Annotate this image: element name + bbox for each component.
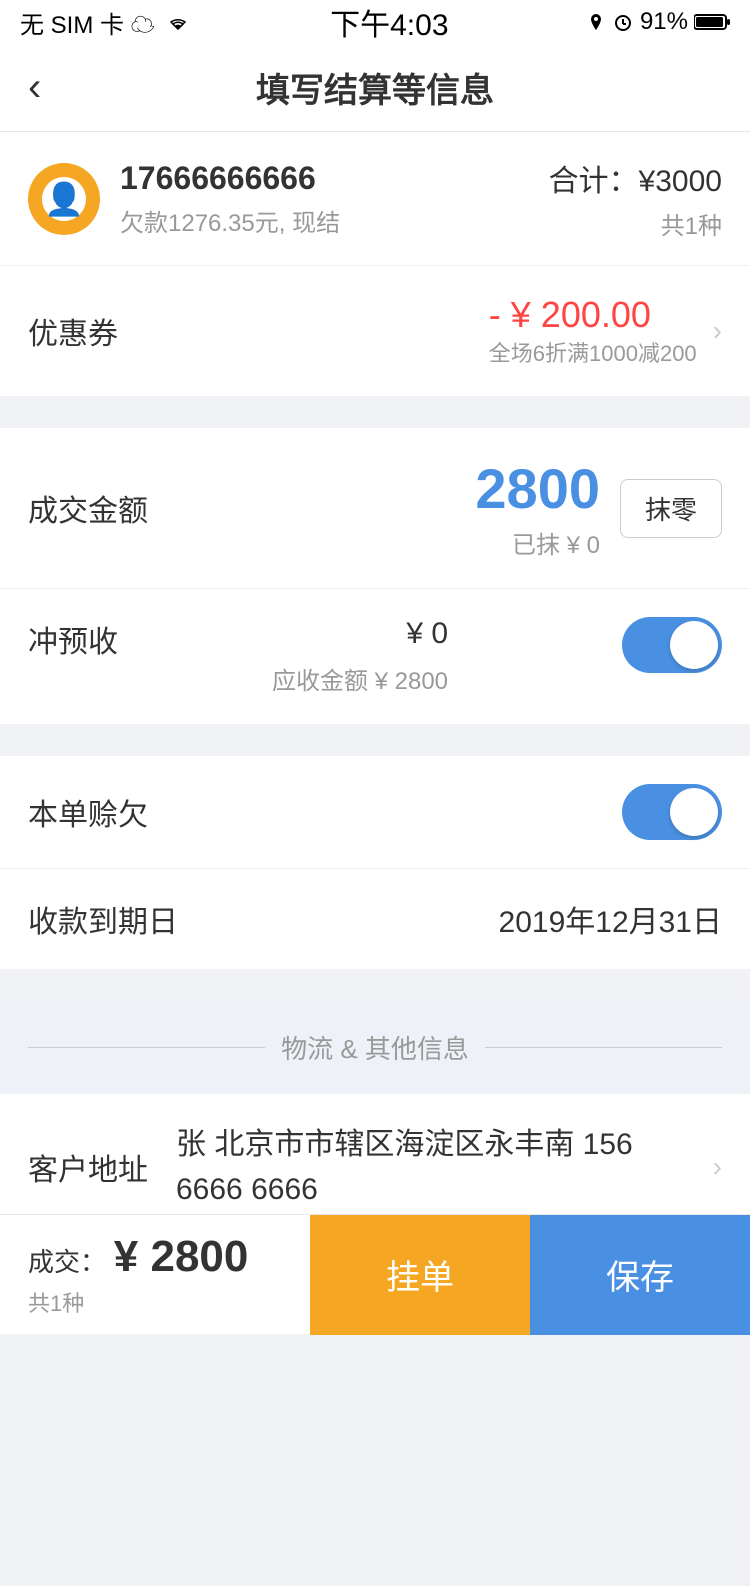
user-phone: 17666666666 — [120, 160, 549, 197]
status-bar: 无 SIM 卡 ☁ 下午4:03 91% — [0, 0, 750, 44]
toggle-knob — [670, 621, 718, 669]
deal-amount-row: 成交金额 2800 已抹 ¥ 0 抹零 — [0, 428, 750, 588]
separator-1 — [0, 412, 750, 428]
save-button[interactable]: 保存 — [530, 1215, 750, 1335]
amount-col: 2800 已抹 ¥ 0 — [475, 456, 600, 560]
bottom-amount: ¥ 2800 — [114, 1232, 249, 1281]
separator-2 — [0, 740, 750, 756]
due-date-value: 2019年12月31日 — [499, 897, 722, 941]
deal-amount-value: 2800 — [475, 456, 600, 521]
page-title: 填写结算等信息 — [256, 63, 494, 112]
bottom-deal-row: 成交： ¥ 2800 — [28, 1232, 282, 1282]
battery-text: 91% — [640, 8, 688, 36]
chong-yushou-row: 冲预收 ¥ 0 应收金额 ¥ 2800 — [0, 588, 750, 724]
chong-receivable: 应收金额 ¥ 2800 — [272, 661, 448, 696]
bottom-bar: 成交： ¥ 2800 共1种 挂单 保存 — [0, 1214, 750, 1334]
user-info-card: 👤 17666666666 欠款1276.35元, 现结 合计：¥3000 共1… — [0, 132, 750, 396]
user-total: 合计：¥3000 共1种 — [549, 156, 722, 241]
user-row: 👤 17666666666 欠款1276.35元, 现结 合计：¥3000 共1… — [0, 132, 750, 265]
nav-bar: ‹ 填写结算等信息 — [0, 44, 750, 132]
deal-amount-value-area: 2800 已抹 ¥ 0 抹零 — [475, 456, 722, 560]
wifi-icon — [163, 11, 193, 33]
due-date-label: 收款到期日 — [28, 897, 178, 941]
chong-right: ¥ 0 应收金额 ¥ 2800 — [272, 617, 448, 696]
due-date-row: 收款到期日 2019年12月31日 — [0, 868, 750, 969]
deal-amount-label: 成交金额 — [28, 486, 148, 530]
total-amount: 合计：¥3000 — [549, 156, 722, 200]
section-line-right — [485, 1047, 722, 1048]
location-icon — [586, 12, 606, 32]
round-button[interactable]: 抹零 — [620, 479, 722, 538]
coupon-label: 优惠券 — [28, 309, 118, 353]
bottom-deal-label: 成交： — [28, 1247, 106, 1277]
hang-button[interactable]: 挂单 — [310, 1215, 530, 1335]
bendi-qianqian-card: 本单赊欠 收款到期日 2019年12月31日 — [0, 756, 750, 969]
address-label: 客户地址 — [28, 1145, 148, 1189]
content: 👤 17666666666 欠款1276.35元, 现结 合计：¥3000 共1… — [0, 132, 750, 1586]
total-count: 共1种 — [549, 206, 722, 241]
bendi-qianqian-row: 本单赊欠 — [0, 756, 750, 868]
avatar-icon: 👤 — [42, 177, 86, 221]
deal-amount-sub: 已抹 ¥ 0 — [475, 525, 600, 560]
user-info: 17666666666 欠款1276.35元, 现结 — [120, 160, 549, 238]
bottom-info: 成交： ¥ 2800 共1种 — [0, 1232, 310, 1318]
bendi-qianqian-toggle[interactable] — [622, 784, 722, 840]
separator-3 — [0, 985, 750, 1001]
status-right: 91% — [586, 8, 730, 36]
user-debt: 欠款1276.35元, 现结 — [120, 203, 549, 238]
coupon-chevron-right-icon: › — [713, 315, 722, 347]
alarm-icon — [612, 11, 634, 33]
deal-amount-card: 成交金额 2800 已抹 ¥ 0 抹零 冲预收 ¥ 0 应收金额 ¥ 2800 — [0, 428, 750, 724]
toggle-knob-2 — [670, 788, 718, 836]
coupon-value-area: - ¥ 200.00 全场6折满1000减200 — [489, 294, 697, 368]
coupon-desc: 全场6折满1000减200 — [489, 336, 697, 368]
section-title: 物流 & 其他信息 — [281, 1029, 469, 1066]
status-time: 下午4:03 — [330, 0, 448, 44]
coupon-right: - ¥ 200.00 全场6折满1000减200 › — [489, 294, 722, 368]
coupon-value: - ¥ 200.00 — [489, 294, 697, 336]
section-line-left — [28, 1047, 265, 1048]
section-header: 物流 & 其他信息 — [0, 1001, 750, 1094]
avatar-person-icon: 👤 — [44, 180, 84, 218]
status-left: 无 SIM 卡 ☁ — [20, 5, 193, 40]
chong-yushou-label: 冲预收 — [28, 617, 118, 661]
coupon-row[interactable]: 优惠券 - ¥ 200.00 全场6折满1000减200 › — [0, 265, 750, 396]
back-button[interactable]: ‹ — [28, 65, 41, 110]
chong-amount: ¥ 0 — [406, 617, 448, 651]
sim-label: 无 SIM 卡 ☁ — [20, 5, 155, 40]
battery-icon — [694, 13, 730, 31]
avatar: 👤 — [28, 163, 100, 235]
bendi-qianqian-label: 本单赊欠 — [28, 790, 148, 834]
bottom-count: 共1种 — [28, 1286, 282, 1318]
chong-yushou-toggle[interactable] — [622, 617, 722, 673]
address-value: 张 北京市市辖区海淀区永丰南 156 6666 6666 — [176, 1122, 703, 1212]
address-chevron-right-icon: › — [713, 1151, 722, 1183]
